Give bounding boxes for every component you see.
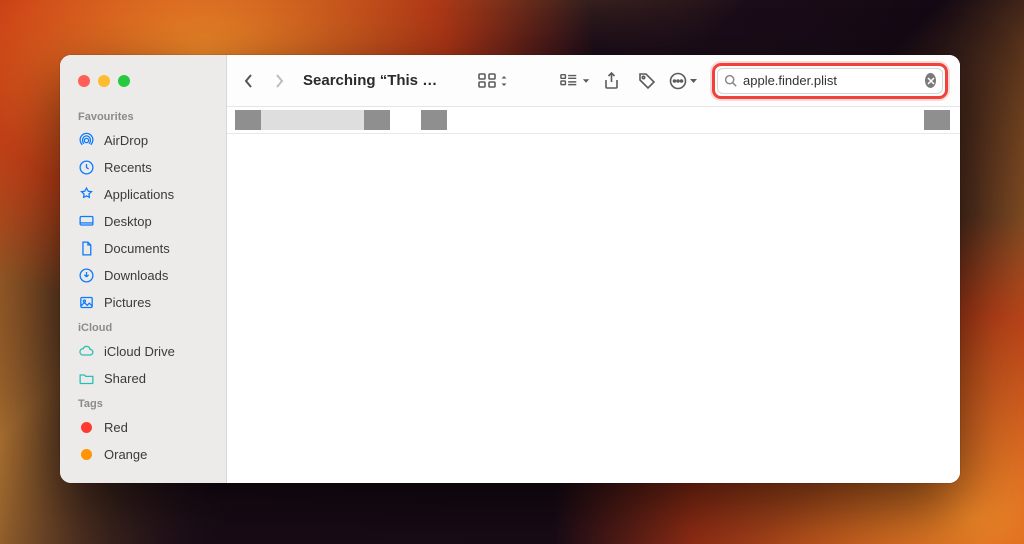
tags-button[interactable] [632, 67, 662, 95]
sidebar-item-icloud-drive[interactable]: iCloud Drive [60, 338, 226, 365]
airdrop-icon [78, 132, 95, 149]
download-icon [78, 267, 95, 284]
tag-dot-icon [78, 419, 95, 436]
search-icon [724, 74, 737, 87]
sidebar-item-airdrop[interactable]: AirDrop [60, 127, 226, 154]
desktop-icon [78, 213, 95, 230]
chevron-down-icon [582, 73, 590, 89]
chevron-updown-icon [500, 73, 508, 89]
sidebar-section-favourites: Favourites [60, 105, 226, 127]
sidebar-item-label: Pictures [104, 295, 151, 310]
search-field[interactable] [717, 68, 943, 94]
redacted-block [235, 110, 261, 130]
finder-window: Favourites AirDrop Recents Applications … [60, 55, 960, 483]
redacted-block [421, 110, 447, 130]
search-input[interactable] [743, 73, 919, 88]
sidebar-item-documents[interactable]: Documents [60, 235, 226, 262]
redacted-block [924, 110, 950, 130]
share-button[interactable] [596, 67, 626, 95]
applications-icon [78, 186, 95, 203]
chevron-down-icon [689, 73, 698, 89]
sidebar-item-label: AirDrop [104, 133, 148, 148]
picture-icon [78, 294, 95, 311]
action-menu-button[interactable] [668, 67, 698, 95]
clear-search-button[interactable] [925, 73, 936, 88]
sidebar-item-label: Documents [104, 241, 170, 256]
sidebar-section-tags: Tags [60, 392, 226, 414]
sidebar-item-recents[interactable]: Recents [60, 154, 226, 181]
group-by-button[interactable] [560, 67, 590, 95]
tag-dot-icon [78, 446, 95, 463]
minimize-window-button[interactable] [98, 75, 110, 87]
sidebar-item-label: Desktop [104, 214, 152, 229]
search-scope-bar[interactable] [227, 107, 960, 134]
document-icon [78, 240, 95, 257]
sidebar-item-label: Applications [104, 187, 174, 202]
sidebar-item-pictures[interactable]: Pictures [60, 289, 226, 316]
forward-button[interactable] [267, 67, 291, 95]
sidebar-item-label: Red [104, 420, 128, 435]
main-panel: Searching “This M… [227, 55, 960, 483]
sidebar-item-downloads[interactable]: Downloads [60, 262, 226, 289]
sidebar-tag-red[interactable]: Red [60, 414, 226, 441]
sidebar: Favourites AirDrop Recents Applications … [60, 55, 227, 483]
sidebar-item-label: Orange [104, 447, 147, 462]
view-icons-button[interactable] [478, 67, 508, 95]
zoom-window-button[interactable] [118, 75, 130, 87]
content-area [227, 107, 960, 483]
sidebar-item-applications[interactable]: Applications [60, 181, 226, 208]
back-button[interactable] [237, 67, 261, 95]
sidebar-section-icloud: iCloud [60, 316, 226, 338]
sidebar-item-label: Recents [104, 160, 152, 175]
shared-folder-icon [78, 370, 95, 387]
redacted-block [261, 110, 364, 130]
close-window-button[interactable] [78, 75, 90, 87]
sidebar-item-label: Shared [104, 371, 146, 386]
toolbar: Searching “This M… [227, 55, 960, 107]
sidebar-item-shared[interactable]: Shared [60, 365, 226, 392]
redacted-block [364, 110, 390, 130]
cloud-icon [78, 343, 95, 360]
clock-icon [78, 159, 95, 176]
window-controls [60, 75, 226, 105]
sidebar-item-desktop[interactable]: Desktop [60, 208, 226, 235]
sidebar-tag-orange[interactable]: Orange [60, 441, 226, 468]
window-title: Searching “This M… [297, 72, 452, 89]
sidebar-item-label: Downloads [104, 268, 168, 283]
sidebar-item-label: iCloud Drive [104, 344, 175, 359]
search-field-highlight [712, 63, 948, 99]
